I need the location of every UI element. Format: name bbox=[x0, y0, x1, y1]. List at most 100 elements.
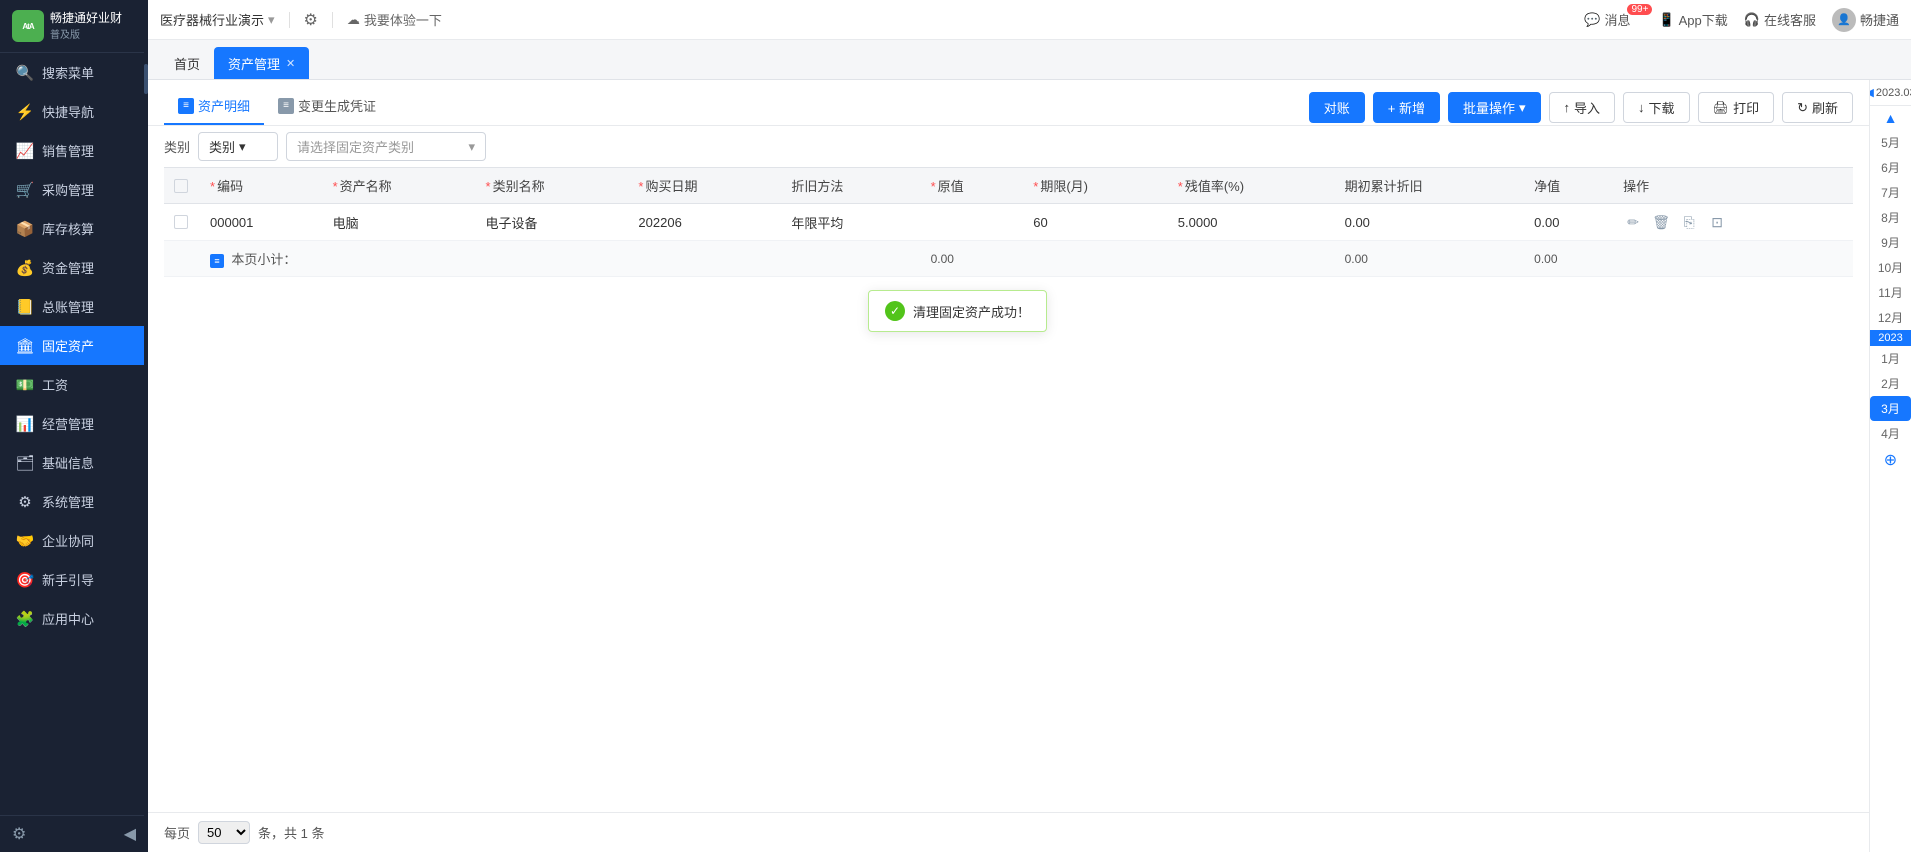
cal-month-8[interactable]: 8月 bbox=[1870, 205, 1911, 230]
import-button[interactable]: ↑ 导入 bbox=[1549, 92, 1616, 123]
download-button[interactable]: ↓ 下载 bbox=[1623, 92, 1690, 123]
copy-icon[interactable]: ⎘ bbox=[1679, 212, 1699, 232]
settings-icon[interactable]: ⚙ bbox=[12, 824, 26, 844]
sub-tabbar: ≡ 资产明细 ≡ 变更生成凭证 对账 + 新增 批量操作 ▾ ↑ bbox=[148, 80, 1869, 126]
print-button[interactable]: 🖨 打印 bbox=[1698, 92, 1775, 123]
main-area: 医疗器械行业演示 ▾ ⚙ ☁ 我要体验一下 💬 消息 99+ 📱 App下载 � bbox=[148, 0, 1911, 852]
row-checkbox[interactable] bbox=[174, 215, 188, 229]
cal-month-6[interactable]: 6月 bbox=[1870, 155, 1911, 180]
header-depreciation-method: 折旧方法 bbox=[781, 168, 920, 204]
sidebar-item-inventory[interactable]: 📦 库存核算 bbox=[0, 209, 148, 248]
sidebar-item-sales[interactable]: 📈 销售管理 bbox=[0, 131, 148, 170]
company-selector[interactable]: 医疗器械行业演示 ▾ bbox=[160, 10, 275, 29]
tab-close-icon[interactable]: ✕ bbox=[286, 57, 295, 70]
ledger-icon: 📒 bbox=[16, 298, 34, 316]
success-toast: ✓ 清理固定资产成功！ bbox=[868, 290, 1047, 332]
select-all-checkbox[interactable] bbox=[174, 179, 188, 193]
salary-icon: 💵 bbox=[16, 376, 34, 394]
calendar-expand-icon[interactable]: ⊕ bbox=[1884, 446, 1897, 474]
cal-month-11[interactable]: 11月 bbox=[1870, 280, 1911, 305]
sidebar-label-ledger: 总账管理 bbox=[42, 297, 94, 316]
row-checkbox-cell bbox=[164, 204, 200, 241]
sidebar-item-finance[interactable]: 💰 资金管理 bbox=[0, 248, 148, 287]
success-check-icon: ✓ bbox=[885, 301, 905, 321]
sidebar-label-search: 搜索菜单 bbox=[42, 63, 94, 82]
edit-icon[interactable]: ✏ bbox=[1623, 212, 1643, 232]
category-select-type[interactable]: 类别 ▾ bbox=[198, 132, 278, 161]
logo-text: 畅捷通好业财 bbox=[50, 11, 122, 27]
subtotal-period bbox=[1023, 241, 1168, 277]
page-size-select[interactable]: 50 20 100 200 bbox=[198, 821, 250, 844]
tab-home[interactable]: 首页 bbox=[160, 47, 214, 79]
cal-month-5[interactable]: 5月 bbox=[1870, 130, 1911, 155]
sidebar-item-search[interactable]: 🔍 搜索菜单 bbox=[0, 53, 148, 92]
header-category: *类别名称 bbox=[476, 168, 629, 204]
print-icon: 🖨 bbox=[1713, 100, 1730, 116]
new-button[interactable]: + 新增 bbox=[1373, 92, 1440, 123]
asset-detail-icon: ≡ bbox=[178, 98, 194, 114]
purchase-icon: 🛒 bbox=[16, 181, 34, 199]
message-btn[interactable]: 💬 消息 99+ bbox=[1584, 10, 1642, 29]
sidebar-item-quicknav[interactable]: ⚡ 快捷导航 bbox=[0, 92, 148, 131]
sidebar-item-system[interactable]: ⚙ 系统管理 bbox=[0, 482, 148, 521]
settings-gear-btn[interactable]: ⚙ bbox=[304, 10, 318, 30]
table-row: 000001 电脑 电子设备 202206 年限平均 60 5.0000 0.0… bbox=[164, 204, 1853, 241]
success-message: 清理固定资产成功！ bbox=[913, 302, 1030, 321]
calendar-up-arrow[interactable]: ▲ bbox=[1884, 106, 1898, 130]
sidebar-item-guide[interactable]: 🎯 新手引导 bbox=[0, 560, 148, 599]
subtotal-net: 0.00 bbox=[1524, 241, 1613, 277]
sidebar-item-fixed-assets[interactable]: 🏛 固定资产 bbox=[0, 326, 148, 365]
cal-month-12[interactable]: 12月 bbox=[1870, 305, 1911, 330]
sidebar-item-basic-info[interactable]: 🗂 基础信息 bbox=[0, 443, 148, 482]
download-label: 下载 bbox=[1649, 98, 1675, 117]
calendar-scroll[interactable]: ▲ 5月 6月 7月 8月 9月 10月 11月 12月 2023 1月 2月 … bbox=[1870, 106, 1911, 852]
sidebar-label-app-center: 应用中心 bbox=[42, 609, 94, 628]
cal-month-7[interactable]: 7月 bbox=[1870, 180, 1911, 205]
sidebar-item-enterprise[interactable]: 🤝 企业协同 bbox=[0, 521, 148, 560]
online-service-btn[interactable]: 🎧 在线客服 bbox=[1744, 10, 1816, 29]
cal-month-2023-4[interactable]: 4月 bbox=[1870, 421, 1911, 446]
category-select-value[interactable]: 请选择固定资产类别 ▾ bbox=[286, 132, 486, 161]
cal-month-2023-3[interactable]: 3月 bbox=[1870, 396, 1911, 421]
fixed-assets-icon: 🏛 bbox=[16, 337, 34, 355]
sidebar-item-ledger[interactable]: 📒 总账管理 bbox=[0, 287, 148, 326]
topbar-left: 医疗器械行业演示 ▾ ⚙ ☁ 我要体验一下 bbox=[160, 10, 442, 30]
change-voucher-icon: ≡ bbox=[278, 98, 294, 114]
company-dropdown-icon: ▾ bbox=[268, 12, 275, 28]
cal-month-2023-1[interactable]: 1月 bbox=[1870, 346, 1911, 371]
tab-asset-management[interactable]: 资产管理 ✕ bbox=[214, 47, 309, 79]
sidebar-item-salary[interactable]: 💵 工资 bbox=[0, 365, 148, 404]
row-name: 电脑 bbox=[323, 204, 476, 241]
table-container[interactable]: *编码 *资产名称 *类别名称 *购买日期 折旧方法 *原值 *期限(月) *残… bbox=[148, 167, 1869, 812]
sidebar-item-purchase[interactable]: 🛒 采购管理 bbox=[0, 170, 148, 209]
reconcile-button[interactable]: 对账 bbox=[1309, 92, 1365, 123]
cal-month-2023-2[interactable]: 2月 bbox=[1870, 371, 1911, 396]
calendar-toggle-btn[interactable]: ◀ bbox=[1869, 86, 1874, 99]
experience-label: 我要体验一下 bbox=[364, 10, 442, 29]
user-info-btn[interactable]: 👤 畅捷通 bbox=[1832, 8, 1899, 32]
row-opening-accumulated: 0.00 bbox=[1335, 204, 1525, 241]
experience-button[interactable]: ☁ 我要体验一下 bbox=[347, 10, 442, 29]
app-download-btn[interactable]: 📱 App下载 bbox=[1658, 10, 1727, 29]
pagination-bar: 每页 50 20 100 200 条，共 1 条 bbox=[148, 812, 1869, 852]
company-name: 医疗器械行业演示 bbox=[160, 10, 264, 29]
management-icon: 📊 bbox=[16, 415, 34, 433]
more-icon[interactable]: ⊡ bbox=[1707, 212, 1727, 232]
subtotal-opening: 0.00 bbox=[1335, 241, 1525, 277]
sub-tab-change-voucher[interactable]: ≡ 变更生成凭证 bbox=[264, 90, 390, 125]
cloud-icon: ☁ bbox=[347, 12, 360, 28]
sidebar-item-management[interactable]: 📊 经营管理 bbox=[0, 404, 148, 443]
import-label: 导入 bbox=[1574, 98, 1600, 117]
collapse-icon[interactable]: ◀ bbox=[124, 824, 136, 844]
batch-button[interactable]: 批量操作 ▾ bbox=[1448, 92, 1541, 123]
refresh-button[interactable]: ↻ 刷新 bbox=[1782, 92, 1853, 123]
cal-month-10[interactable]: 10月 bbox=[1870, 255, 1911, 280]
sub-tab-asset-detail[interactable]: ≡ 资产明细 bbox=[164, 90, 264, 125]
delete-icon[interactable]: 🗑 bbox=[1651, 212, 1671, 232]
cal-month-9[interactable]: 9月 bbox=[1870, 230, 1911, 255]
table-header-row: *编码 *资产名称 *类别名称 *购买日期 折旧方法 *原值 *期限(月) *残… bbox=[164, 168, 1853, 204]
sidebar-item-app-center[interactable]: 🧩 应用中心 bbox=[0, 599, 148, 638]
content-area: ≡ 资产明细 ≡ 变更生成凭证 对账 + 新增 批量操作 ▾ ↑ bbox=[148, 80, 1911, 852]
logo-area: AtA 畅捷通好业财 普及版 bbox=[0, 0, 148, 53]
sidebar-label-guide: 新手引导 bbox=[42, 570, 94, 589]
